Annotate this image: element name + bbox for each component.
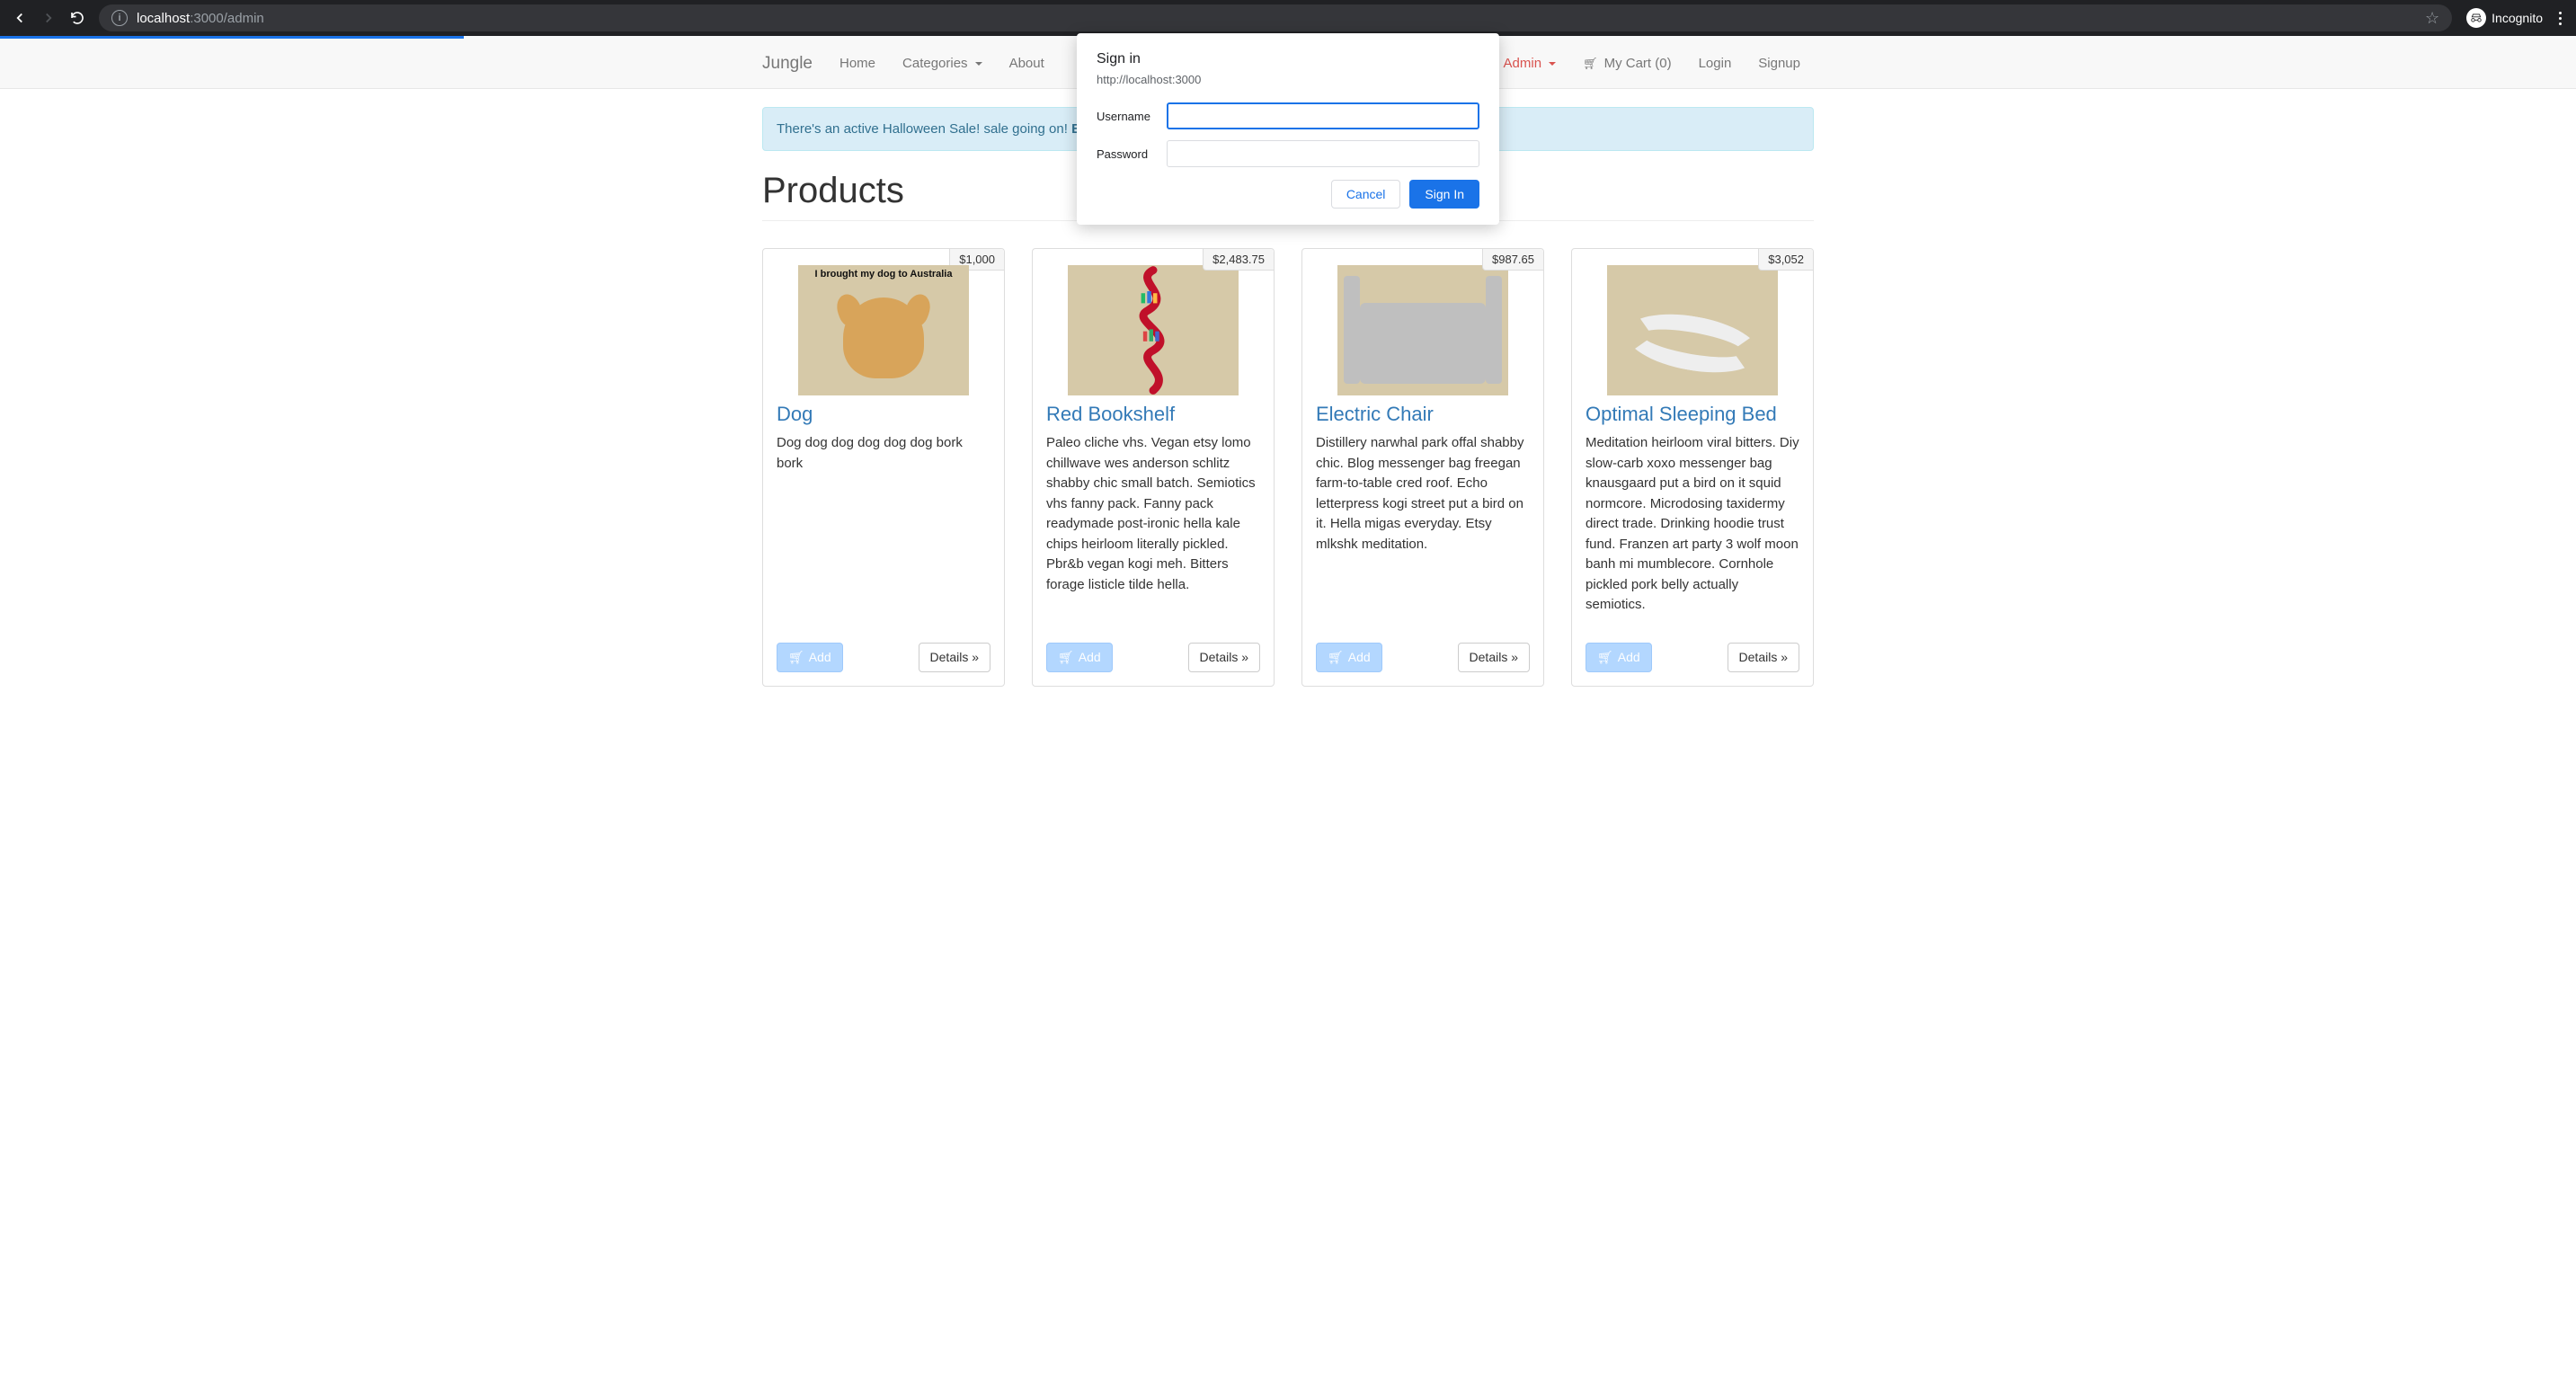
- price-tag: $2,483.75: [1203, 249, 1274, 271]
- nav-signup[interactable]: Signup: [1745, 39, 1814, 88]
- product-card: $3,052 Optimal Sleeping Bed Meditation h…: [1571, 248, 1814, 687]
- cart-icon: 🛒︎: [1583, 57, 1598, 71]
- details-button[interactable]: Details »: [919, 643, 990, 672]
- price-tag: $987.65: [1482, 249, 1543, 271]
- url-host: localhost: [137, 11, 190, 26]
- password-label: Password: [1097, 147, 1167, 161]
- add-label: Add: [1079, 650, 1101, 664]
- add-label: Add: [809, 650, 831, 664]
- cancel-button[interactable]: Cancel: [1331, 180, 1401, 209]
- dialog-origin: http://localhost:3000: [1097, 73, 1479, 86]
- nav-cart[interactable]: 🛒︎ My Cart (0): [1569, 39, 1685, 88]
- nav-admin-label: Admin: [1504, 56, 1542, 71]
- image-caption: I brought my dog to Australia: [798, 269, 969, 280]
- nav-categories-label: Categories: [902, 56, 968, 71]
- address-bar[interactable]: i localhost:3000/admin ☆: [99, 4, 2452, 31]
- caret-down-icon: [1549, 62, 1556, 66]
- browser-menu-button[interactable]: [2552, 12, 2569, 25]
- caret-down-icon: [975, 62, 982, 66]
- incognito-indicator[interactable]: Incognito: [2461, 8, 2548, 28]
- back-button[interactable]: [7, 5, 32, 31]
- add-to-cart-button[interactable]: 🛒︎ Add: [777, 643, 843, 672]
- nav-login[interactable]: Login: [1685, 39, 1745, 88]
- product-card: $1,000 I brought my dog to Australia Dog…: [762, 248, 1005, 687]
- product-image[interactable]: [1302, 249, 1543, 397]
- product-image[interactable]: I brought my dog to Australia: [763, 249, 1004, 397]
- add-to-cart-button[interactable]: 🛒︎ Add: [1046, 643, 1113, 672]
- chair-icon: [1360, 303, 1486, 384]
- username-input[interactable]: [1167, 102, 1479, 129]
- incognito-icon: [2466, 8, 2486, 28]
- product-card: $2,483.75 Red Bookshelf Paleo cliche vhs…: [1032, 248, 1275, 687]
- alert-text: There's an active Halloween Sale! sale g…: [777, 121, 1071, 137]
- dialog-title: Sign in: [1097, 51, 1479, 67]
- cart-icon: 🛒︎: [1597, 650, 1613, 665]
- add-to-cart-button[interactable]: 🛒︎ Add: [1316, 643, 1382, 672]
- browser-toolbar: i localhost:3000/admin ☆ Incognito: [0, 0, 2576, 36]
- site-info-icon[interactable]: i: [111, 10, 128, 26]
- product-description: Meditation heirloom viral bitters. Diy s…: [1586, 433, 1799, 616]
- reload-button[interactable]: [65, 5, 90, 31]
- nav-cart-label: My Cart (0): [1604, 56, 1672, 71]
- dog-icon: [843, 297, 924, 378]
- product-title[interactable]: Red Bookshelf: [1046, 403, 1260, 426]
- details-button[interactable]: Details »: [1458, 643, 1530, 672]
- bookmark-star-icon[interactable]: ☆: [2425, 9, 2439, 28]
- product-title[interactable]: Optimal Sleeping Bed: [1586, 403, 1799, 426]
- product-title[interactable]: Dog: [777, 403, 990, 426]
- product-description: Dog dog dog dog dog dog bork bork: [777, 433, 990, 616]
- brand-logo[interactable]: Jungle: [762, 54, 826, 74]
- nav-home[interactable]: Home: [826, 39, 889, 88]
- add-label: Add: [1348, 650, 1371, 664]
- cart-icon: 🛒︎: [788, 650, 804, 665]
- url-path: :3000/admin: [190, 11, 264, 26]
- details-button[interactable]: Details »: [1728, 643, 1799, 672]
- bed-icon: [1621, 305, 1763, 381]
- product-description: Paleo cliche vhs. Vegan etsy lomo chillw…: [1046, 433, 1260, 616]
- incognito-label: Incognito: [2492, 11, 2543, 25]
- nav-about[interactable]: About: [996, 39, 1058, 88]
- details-button[interactable]: Details »: [1188, 643, 1260, 672]
- forward-button[interactable]: [36, 5, 61, 31]
- product-grid: $1,000 I brought my dog to Australia Dog…: [762, 248, 1814, 687]
- product-image[interactable]: [1572, 249, 1813, 397]
- cart-icon: 🛒︎: [1328, 650, 1344, 665]
- auth-dialog: Sign in http://localhost:3000 Username P…: [1077, 33, 1499, 225]
- product-image[interactable]: [1033, 249, 1274, 397]
- product-card: $987.65 Electric Chair Distillery narwha…: [1301, 248, 1544, 687]
- bookshelf-icon: [1099, 265, 1207, 395]
- price-tag: $3,052: [1758, 249, 1813, 271]
- cart-icon: 🛒︎: [1058, 650, 1074, 665]
- product-description: Distillery narwhal park offal shabby chi…: [1316, 433, 1530, 616]
- product-title[interactable]: Electric Chair: [1316, 403, 1530, 426]
- username-label: Username: [1097, 110, 1167, 123]
- password-input[interactable]: [1167, 140, 1479, 167]
- signin-button[interactable]: Sign In: [1409, 180, 1479, 209]
- add-label: Add: [1618, 650, 1640, 664]
- add-to-cart-button[interactable]: 🛒︎ Add: [1586, 643, 1652, 672]
- nav-categories[interactable]: Categories: [889, 39, 996, 88]
